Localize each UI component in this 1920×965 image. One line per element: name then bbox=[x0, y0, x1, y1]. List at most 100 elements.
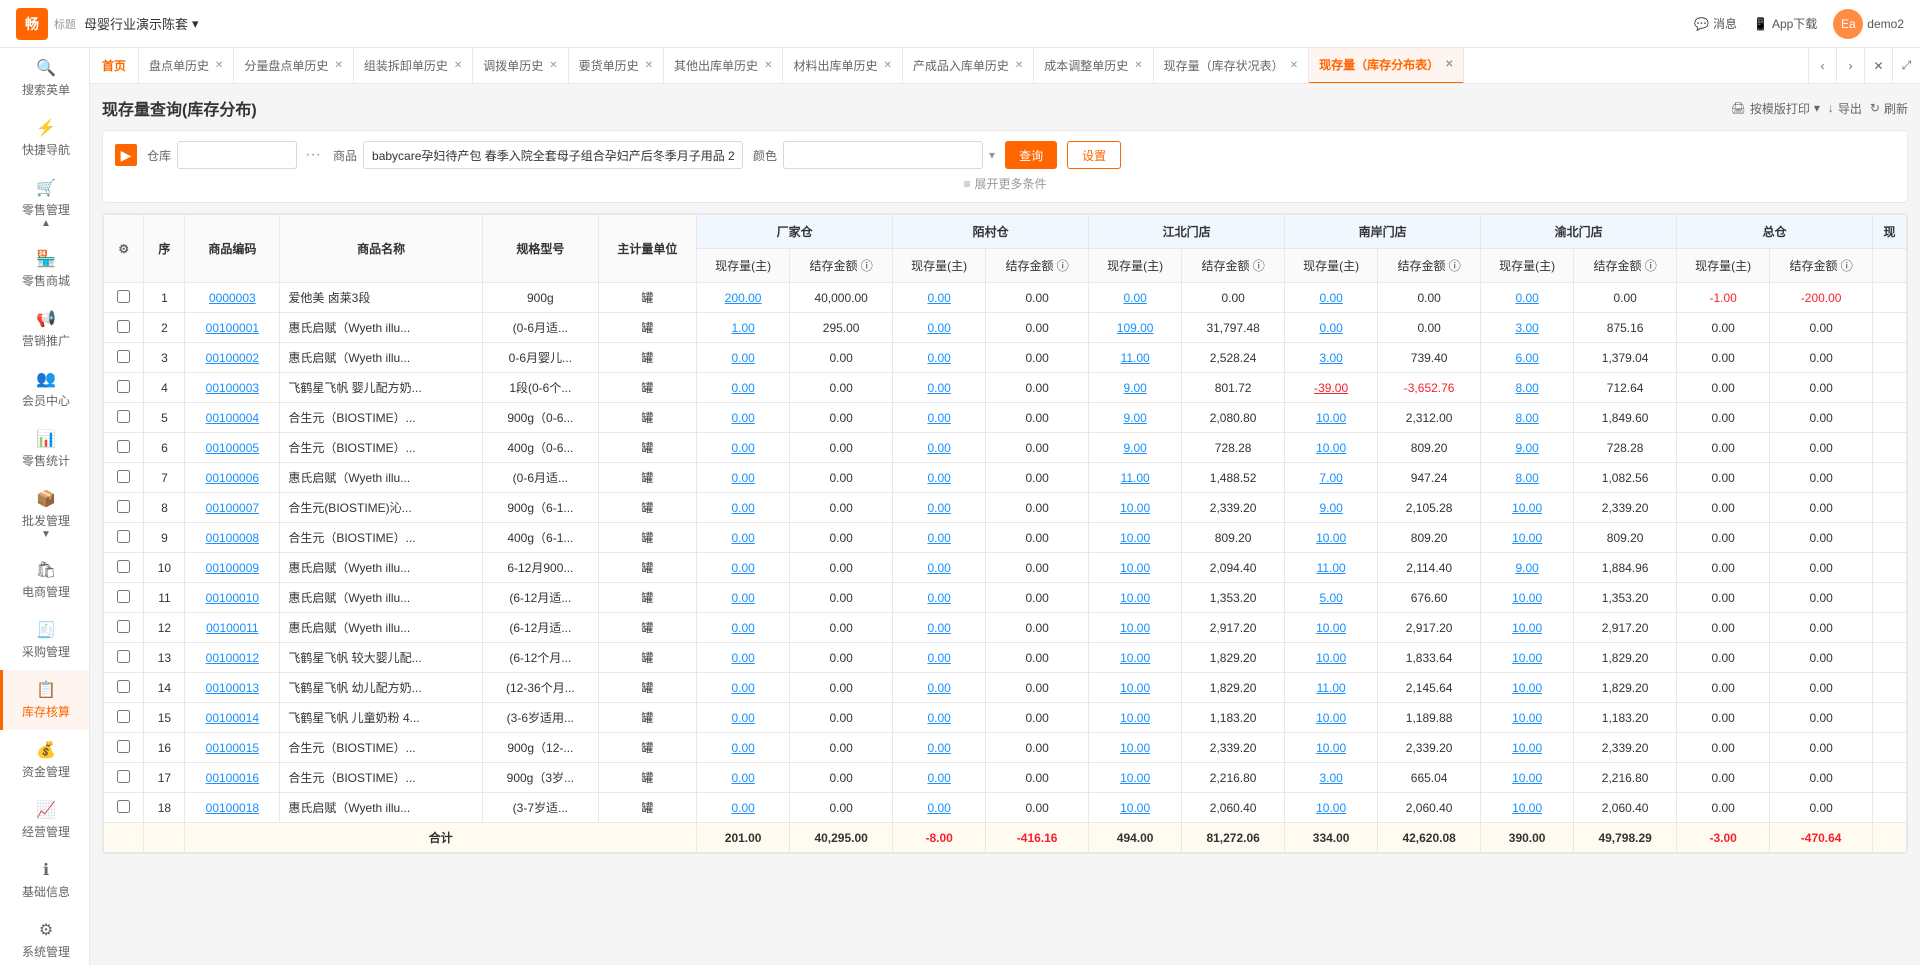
sidebar-item-search[interactable]: 🔍 搜索英单 bbox=[0, 48, 89, 108]
row-w4-qty: 10.00 bbox=[1285, 433, 1378, 463]
row-w2-amt: 0.00 bbox=[986, 493, 1089, 523]
col-extra: 现 bbox=[1873, 215, 1907, 249]
query-btn[interactable]: 查询 bbox=[1005, 141, 1057, 169]
color-input[interactable] bbox=[783, 141, 983, 169]
tab-inventory-dist-close[interactable]: ✕ bbox=[1445, 59, 1453, 70]
tab-cost-adjust-history[interactable]: 成本调整单历史 ✕ bbox=[1034, 48, 1153, 84]
tab-inventory-dist[interactable]: 现存量（库存分布表） ✕ bbox=[1309, 48, 1464, 84]
table-container[interactable]: ⚙ 序 商品编码 商品名称 规格型号 主计量单位 厂家仓 陌村仓 江北门店 南岸… bbox=[102, 213, 1908, 854]
message-btn[interactable]: 💬 消息 bbox=[1694, 15, 1737, 32]
row-checkbox[interactable] bbox=[104, 733, 144, 763]
nav-next-btn[interactable]: › bbox=[1836, 48, 1864, 84]
row-w3-qty: 10.00 bbox=[1089, 793, 1182, 823]
tab-cost-adjust-history-close[interactable]: ✕ bbox=[1134, 60, 1142, 71]
row-checkbox[interactable] bbox=[104, 553, 144, 583]
row-checkbox[interactable] bbox=[104, 643, 144, 673]
expand-btn[interactable]: ≡ 展开更多条件 bbox=[963, 175, 1046, 192]
sidebar-item-basic-info[interactable]: ℹ 基础信息 bbox=[0, 850, 89, 910]
color-dropdown-icon[interactable]: ▾ bbox=[989, 148, 995, 162]
tab-allocation-history-close[interactable]: ✕ bbox=[549, 60, 557, 71]
setting-btn[interactable]: 设置 bbox=[1067, 141, 1121, 169]
tab-order-history[interactable]: 要货单历史 ✕ bbox=[569, 48, 664, 84]
row-code: 00100001 bbox=[185, 313, 280, 343]
total-index bbox=[144, 823, 185, 853]
user-info[interactable]: Ea demo2 bbox=[1833, 9, 1904, 39]
tab-order-history-close[interactable]: ✕ bbox=[645, 60, 653, 71]
tab-material-out-history[interactable]: 材料出库单历史 ✕ bbox=[783, 48, 902, 84]
print-btn[interactable]: 🖨 按模版打印 ▾ bbox=[1731, 100, 1820, 117]
row-checkbox[interactable] bbox=[104, 463, 144, 493]
row-code: 00100004 bbox=[185, 403, 280, 433]
sidebar-item-retail-stat[interactable]: 📊 零售统计 bbox=[0, 419, 89, 479]
sidebar-label-retail-stat: 零售统计 bbox=[22, 452, 70, 469]
sidebar-item-quick-nav[interactable]: ⚡ 快捷导航 bbox=[0, 108, 89, 168]
row-checkbox[interactable] bbox=[104, 433, 144, 463]
tab-stock-history[interactable]: 盘点单历史 ✕ bbox=[139, 48, 234, 84]
goods-input[interactable] bbox=[363, 141, 743, 169]
sidebar-item-finance[interactable]: 💰 资金管理 bbox=[0, 730, 89, 790]
tab-inventory-status-close[interactable]: ✕ bbox=[1290, 60, 1298, 71]
sidebar-item-marketing[interactable]: 📢 营销推广 bbox=[0, 299, 89, 359]
row-checkbox[interactable] bbox=[104, 673, 144, 703]
row-w5-amt: 1,884.96 bbox=[1574, 553, 1677, 583]
row-checkbox[interactable] bbox=[104, 313, 144, 343]
tab-combo-disassemble-close[interactable]: ✕ bbox=[454, 60, 462, 71]
tab-dist-stock-history-close[interactable]: ✕ bbox=[334, 60, 342, 71]
row-w5-amt: 1,183.20 bbox=[1574, 703, 1677, 733]
tab-product-in-history-close[interactable]: ✕ bbox=[1015, 60, 1023, 71]
row-w5-qty: 9.00 bbox=[1481, 433, 1574, 463]
row-checkbox[interactable] bbox=[104, 583, 144, 613]
tab-stock-history-close[interactable]: ✕ bbox=[215, 60, 223, 71]
row-w1-qty: 0.00 bbox=[697, 793, 790, 823]
sidebar-item-system[interactable]: ⚙ 系统管理 bbox=[0, 910, 89, 965]
row-checkbox[interactable] bbox=[104, 613, 144, 643]
company-selector[interactable]: 母婴行业演示陈套 ▾ bbox=[84, 14, 199, 33]
nav-prev-btn[interactable]: ‹ bbox=[1808, 48, 1836, 84]
tab-inventory-status[interactable]: 现存量（库存状况表） ✕ bbox=[1154, 48, 1309, 84]
total-total-qty: -3.00 bbox=[1677, 823, 1770, 853]
refresh-icon: ↻ bbox=[1870, 101, 1880, 115]
row-total-qty: 0.00 bbox=[1677, 343, 1770, 373]
sidebar-item-purchase[interactable]: 🧾 采购管理 bbox=[0, 610, 89, 670]
sidebar-item-retail-mgmt[interactable]: 🛒 零售管理 ▲ bbox=[0, 168, 89, 239]
tab-allocation-history[interactable]: 调拨单历史 ✕ bbox=[473, 48, 568, 84]
row-checkbox[interactable] bbox=[104, 403, 144, 433]
tab-home[interactable]: 首页 bbox=[90, 48, 139, 84]
tab-product-in-history[interactable]: 产成品入库单历史 ✕ bbox=[903, 48, 1034, 84]
sidebar-item-member[interactable]: 👥 会员中心 bbox=[0, 359, 89, 419]
row-w2-amt: 0.00 bbox=[986, 523, 1089, 553]
nav-close-btn[interactable]: ✕ bbox=[1864, 48, 1892, 84]
tab-material-out-history-close[interactable]: ✕ bbox=[883, 60, 891, 71]
refresh-btn[interactable]: ↻ 刷新 bbox=[1870, 100, 1908, 117]
warehouse-input[interactable] bbox=[177, 141, 297, 169]
row-checkbox[interactable] bbox=[104, 343, 144, 373]
row-checkbox[interactable] bbox=[104, 523, 144, 553]
sidebar-item-wholesale[interactable]: 📦 批发管理 ▼ bbox=[0, 479, 89, 550]
row-checkbox[interactable] bbox=[104, 703, 144, 733]
nav-expand-btn[interactable]: ⤢ bbox=[1892, 48, 1920, 84]
row-total-amt: 0.00 bbox=[1770, 433, 1873, 463]
filter-toggle-btn[interactable]: ▶ bbox=[115, 144, 137, 166]
sidebar-item-inventory[interactable]: 📋 库存核算 bbox=[0, 670, 89, 730]
row-w4-amt: 0.00 bbox=[1378, 283, 1481, 313]
row-checkbox[interactable] bbox=[104, 793, 144, 823]
row-w1-amt: 0.00 bbox=[790, 703, 893, 733]
tab-other-out-history-close[interactable]: ✕ bbox=[764, 60, 772, 71]
col-settings[interactable]: ⚙ bbox=[104, 215, 144, 283]
app-download-btn[interactable]: 📱 App下载 bbox=[1753, 15, 1817, 32]
sidebar-item-operations[interactable]: 📈 经营管理 bbox=[0, 790, 89, 850]
total-w1-amt: 40,295.00 bbox=[790, 823, 893, 853]
row-checkbox[interactable] bbox=[104, 373, 144, 403]
row-checkbox[interactable] bbox=[104, 763, 144, 793]
export-icon: ↓ bbox=[1828, 101, 1834, 115]
col-w5-amt: 结存金额 ⓘ bbox=[1574, 249, 1677, 283]
tab-other-out-history[interactable]: 其他出库单历史 ✕ bbox=[664, 48, 783, 84]
export-btn[interactable]: ↓ 导出 bbox=[1828, 100, 1862, 117]
sidebar-item-ecommerce[interactable]: 🛍 电商管理 bbox=[0, 550, 89, 610]
sidebar-item-retail-mall[interactable]: 🏪 零售商城 bbox=[0, 239, 89, 299]
row-checkbox[interactable] bbox=[104, 283, 144, 313]
tab-combo-disassemble[interactable]: 组装拆卸单历史 ✕ bbox=[354, 48, 473, 84]
tab-dist-stock-history[interactable]: 分量盘点单历史 ✕ bbox=[234, 48, 353, 84]
warehouse-dots[interactable]: ··· bbox=[305, 146, 321, 164]
row-checkbox[interactable] bbox=[104, 493, 144, 523]
